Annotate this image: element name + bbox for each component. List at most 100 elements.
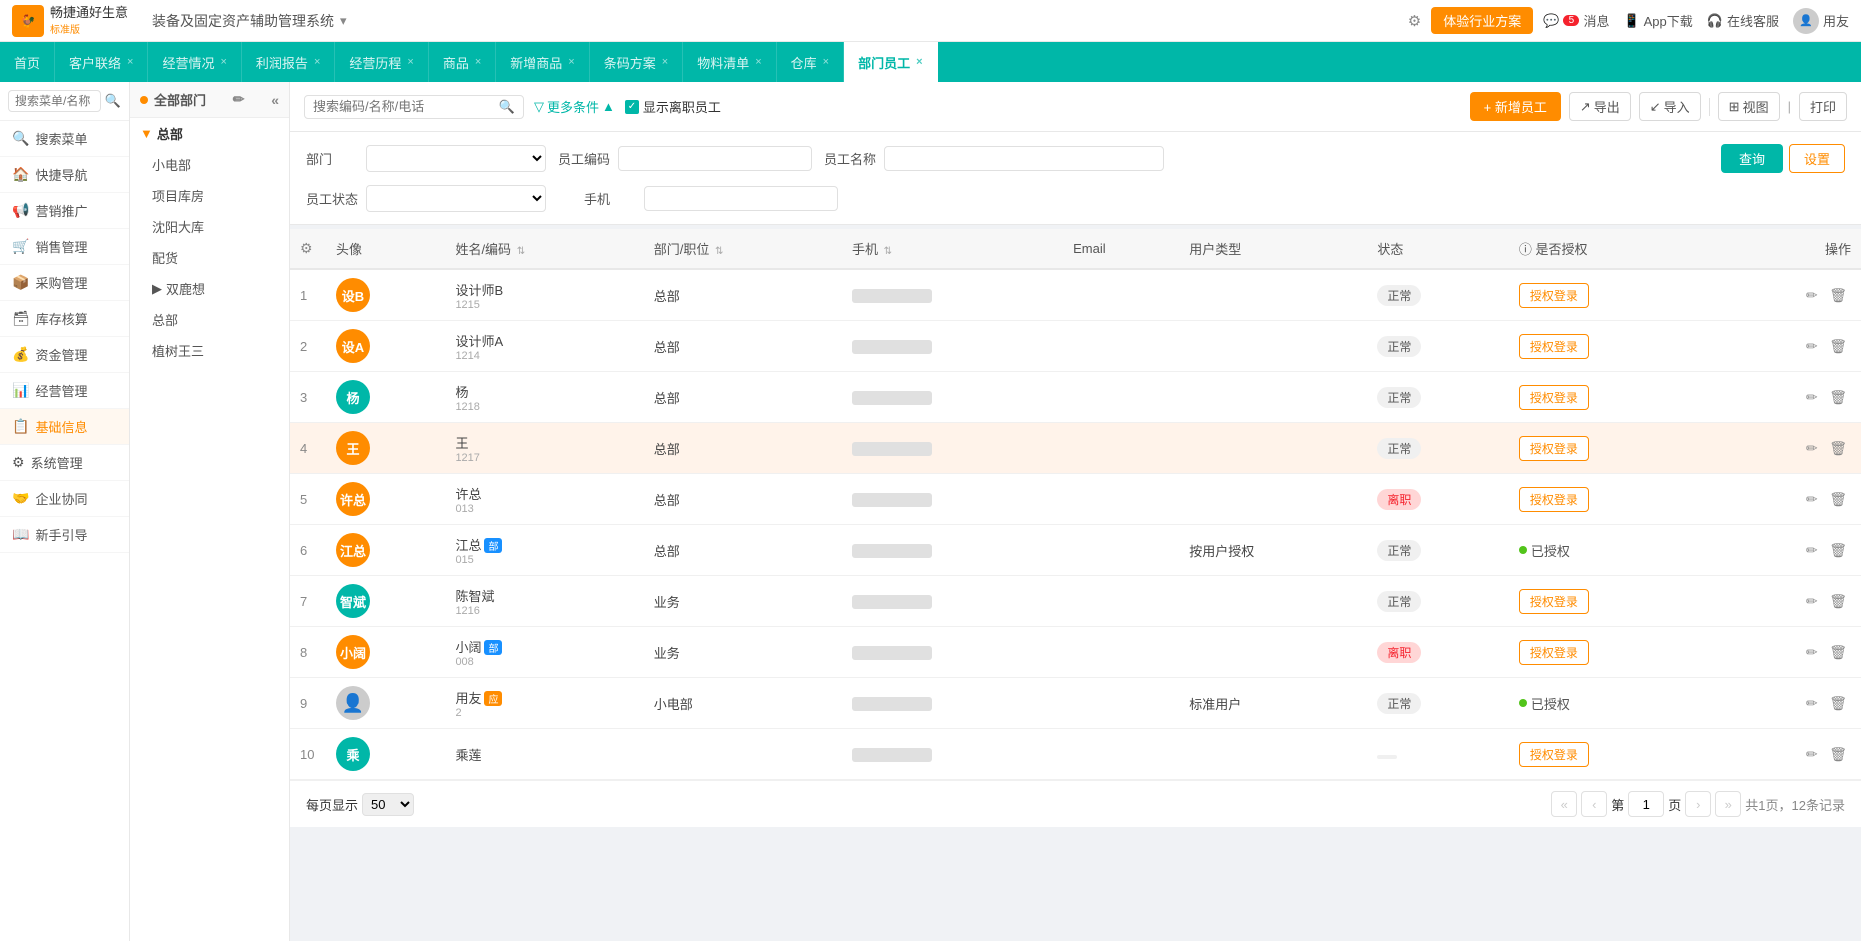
code-input[interactable]: [618, 146, 812, 171]
name-input[interactable]: [884, 146, 1164, 171]
auth-btn[interactable]: 授权登录: [1519, 334, 1589, 359]
delete-btn[interactable]: 🗑: [1825, 591, 1851, 612]
prev-page-btn[interactable]: ‹: [1581, 791, 1607, 817]
close-tab-icon[interactable]: ×: [662, 56, 668, 68]
th-phone[interactable]: 手机 ⇅: [842, 229, 1063, 269]
delete-btn[interactable]: 🗑: [1825, 336, 1851, 357]
edit-btn[interactable]: ✏: [1802, 693, 1822, 714]
app-download[interactable]: 📱 App下载: [1623, 11, 1692, 30]
nav-tab-物料清单[interactable]: 物料清单×: [683, 42, 776, 82]
edit-btn[interactable]: ✏: [1802, 540, 1822, 561]
message-icon-wrap[interactable]: 💬 5 消息: [1543, 11, 1609, 30]
status-select[interactable]: [366, 185, 546, 212]
phone-input[interactable]: [644, 186, 838, 211]
edit-btn[interactable]: ✏: [1802, 642, 1822, 663]
auth-btn[interactable]: 授权登录: [1519, 385, 1589, 410]
edit-btn[interactable]: ✏: [1802, 285, 1822, 306]
sidebar-item-搜索菜单[interactable]: 🔍 搜索菜单: [0, 121, 129, 157]
sidebar-item-销售管理[interactable]: 🛒 销售管理: [0, 229, 129, 265]
last-page-btn[interactable]: »: [1715, 791, 1741, 817]
collapse-tree-icon[interactable]: «: [271, 92, 279, 108]
sidebar-item-资金管理[interactable]: 💰 资金管理: [0, 337, 129, 373]
tree-node-小电部[interactable]: 小电部: [130, 149, 289, 180]
nav-tab-新增商品[interactable]: 新增商品×: [496, 42, 589, 82]
add-employee-btn[interactable]: + 新增员工: [1470, 92, 1561, 121]
show-inactive-checkbox[interactable]: ✓: [625, 100, 639, 114]
nav-tab-经营历程[interactable]: 经营历程×: [335, 42, 428, 82]
close-tab-icon[interactable]: ×: [220, 56, 226, 68]
auth-btn[interactable]: 授权登录: [1519, 589, 1589, 614]
tree-node-项目库房[interactable]: 项目库房: [130, 180, 289, 211]
delete-btn[interactable]: 🗑: [1825, 744, 1851, 765]
close-tab-icon[interactable]: ×: [127, 56, 133, 68]
set-btn[interactable]: 设置: [1789, 144, 1845, 173]
nav-tab-经营情况[interactable]: 经营情况×: [148, 42, 241, 82]
nav-tab-仓库[interactable]: 仓库×: [777, 42, 844, 82]
next-page-btn[interactable]: ›: [1685, 791, 1711, 817]
nav-tab-部门员工[interactable]: 部门员工×: [844, 42, 937, 82]
th-dept[interactable]: 部门/职位 ⇅: [644, 229, 842, 269]
auth-btn[interactable]: 授权登录: [1519, 487, 1589, 512]
sidebar-item-基础信息[interactable]: 📋 基础信息: [0, 409, 129, 445]
delete-btn[interactable]: 🗑: [1825, 693, 1851, 714]
per-page-select[interactable]: 50 100 200: [362, 793, 414, 816]
auth-btn[interactable]: 授权登录: [1519, 283, 1589, 308]
close-tab-icon[interactable]: ×: [823, 56, 829, 68]
delete-btn[interactable]: 🗑: [1825, 285, 1851, 306]
auth-btn[interactable]: 授权登录: [1519, 436, 1589, 461]
sidebar-item-系统管理[interactable]: ⚙ 系统管理: [0, 445, 129, 481]
edit-btn[interactable]: ✏: [1802, 744, 1822, 765]
edit-btn[interactable]: ✏: [1802, 438, 1822, 459]
nav-tab-利润报告[interactable]: 利润报告×: [242, 42, 335, 82]
edit-btn[interactable]: ✏: [1802, 336, 1822, 357]
gear-icon[interactable]: ⚙: [1408, 12, 1421, 30]
print-btn[interactable]: 打印: [1799, 92, 1847, 121]
th-settings[interactable]: ⚙: [290, 229, 326, 269]
export-btn[interactable]: ↗ 导出: [1569, 92, 1631, 121]
auth-btn[interactable]: 授权登录: [1519, 640, 1589, 665]
search-input[interactable]: [313, 99, 495, 114]
chevron-down-icon[interactable]: ▾: [340, 13, 347, 29]
close-tab-icon[interactable]: ×: [314, 56, 320, 68]
edit-tree-icon[interactable]: ✏: [233, 91, 245, 108]
edit-btn[interactable]: ✏: [1802, 489, 1822, 510]
sidebar-item-新手引导[interactable]: 📖 新手引导: [0, 517, 129, 553]
close-tab-icon[interactable]: ×: [475, 56, 481, 68]
close-tab-icon[interactable]: ×: [755, 56, 761, 68]
close-tab-icon[interactable]: ×: [568, 56, 574, 68]
view-btn[interactable]: ⊞ 视图: [1718, 92, 1780, 121]
tree-node-总部[interactable]: ▼ 总部: [130, 118, 289, 149]
online-service[interactable]: 🎧 在线客服: [1707, 11, 1779, 30]
close-tab-icon[interactable]: ×: [407, 56, 413, 68]
delete-btn[interactable]: 🗑: [1825, 642, 1851, 663]
search-btn[interactable]: 查询: [1721, 144, 1783, 173]
import-btn[interactable]: ↙ 导入: [1639, 92, 1701, 121]
sidebar-item-采购管理[interactable]: 📦 采购管理: [0, 265, 129, 301]
edit-btn[interactable]: ✏: [1802, 387, 1822, 408]
sidebar-item-经营管理[interactable]: 📊 经营管理: [0, 373, 129, 409]
sidebar-item-企业协同[interactable]: 🤝 企业协同: [0, 481, 129, 517]
sidebar-search-input[interactable]: [8, 90, 101, 112]
sidebar-item-营销推广[interactable]: 📢 营销推广: [0, 193, 129, 229]
tree-node-总部[interactable]: 总部: [130, 304, 289, 335]
dept-select[interactable]: [366, 145, 546, 172]
edit-btn[interactable]: ✏: [1802, 591, 1822, 612]
nav-tab-首页[interactable]: 首页: [0, 42, 55, 82]
delete-btn[interactable]: 🗑: [1825, 489, 1851, 510]
try-btn[interactable]: 体验行业方案: [1431, 7, 1533, 34]
more-filter-btn[interactable]: ▽ 更多条件 ▲: [534, 97, 615, 116]
user-area[interactable]: 👤 用友: [1793, 8, 1849, 34]
th-name[interactable]: 姓名/编码 ⇅: [445, 229, 643, 269]
tree-node-植树王三[interactable]: 植树王三: [130, 335, 289, 366]
tree-node-沈阳大库[interactable]: 沈阳大库: [130, 211, 289, 242]
sidebar-item-库存核算[interactable]: 🗃 库存核算: [0, 301, 129, 337]
close-tab-icon[interactable]: ×: [916, 56, 922, 68]
delete-btn[interactable]: 🗑: [1825, 438, 1851, 459]
tree-node-配货[interactable]: 配货: [130, 242, 289, 273]
page-input[interactable]: [1628, 791, 1664, 817]
first-page-btn[interactable]: «: [1551, 791, 1577, 817]
nav-tab-商品[interactable]: 商品×: [429, 42, 496, 82]
nav-tab-客户联络[interactable]: 客户联络×: [55, 42, 148, 82]
nav-tab-条码方案[interactable]: 条码方案×: [590, 42, 683, 82]
auth-btn[interactable]: 授权登录: [1519, 742, 1589, 767]
